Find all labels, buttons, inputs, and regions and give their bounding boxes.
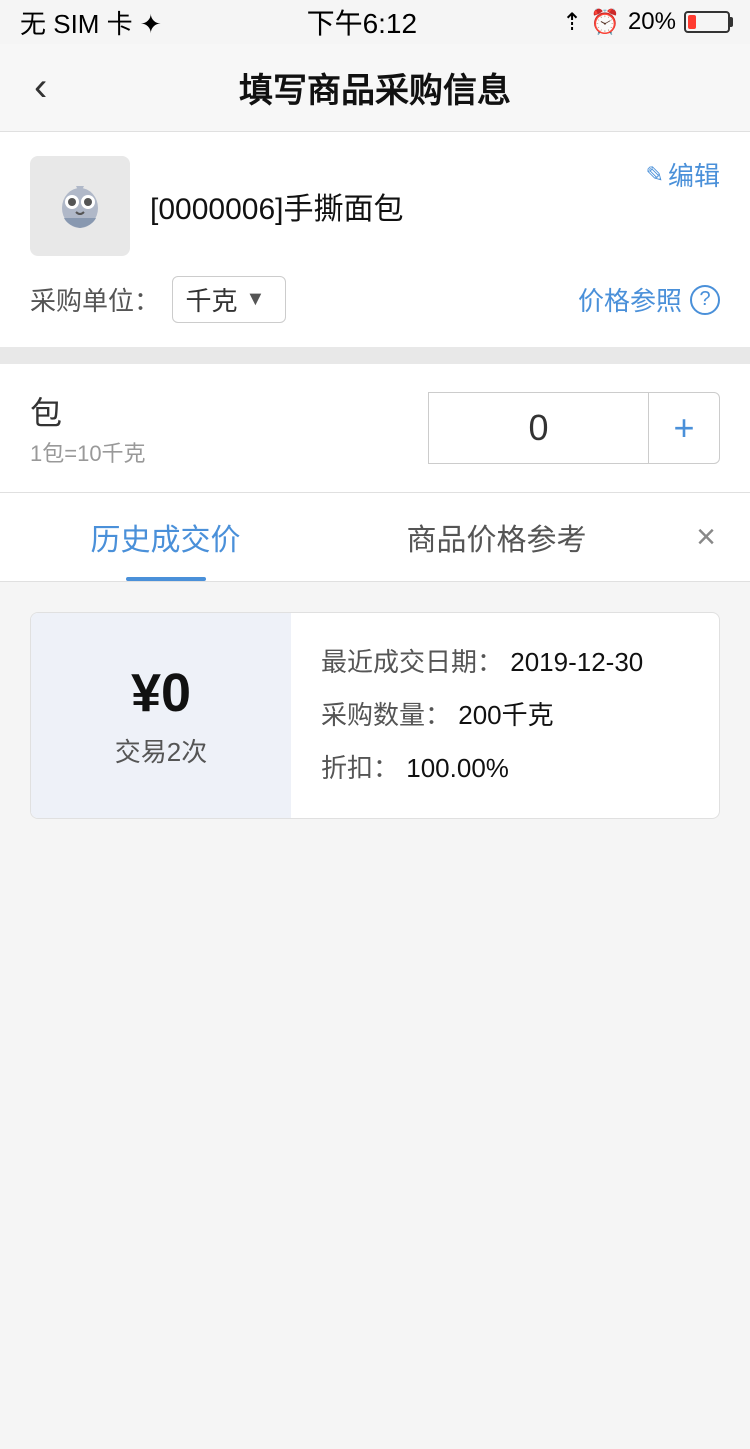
battery-icon: [684, 11, 730, 33]
tab-bar: 历史成交价 商品价格参考 ×: [0, 493, 750, 582]
unit-label: 采购单位：: [30, 286, 160, 316]
status-right-group: ⇡ ⏰ 20%: [562, 8, 730, 37]
edit-icon: ✎: [646, 162, 664, 188]
product-name: [0000006]手撕面包: [150, 184, 403, 228]
tab-history-price-label: 历史成交价: [91, 515, 241, 559]
product-left: [0000006]手撕面包: [30, 156, 403, 256]
discount-label: 折扣：: [321, 753, 399, 783]
purchase-qty-value: 200千克: [458, 700, 553, 730]
product-top-row: [0000006]手撕面包 ✎ 编辑: [30, 156, 720, 256]
price-ref-label: 价格参照: [578, 281, 682, 318]
recent-date-row: 最近成交日期： 2019-12-30: [321, 643, 689, 682]
quantity-label-group: 包 1包=10千克: [30, 388, 146, 468]
tab-product-price[interactable]: 商品价格参考: [331, 493, 662, 581]
tab-close-button[interactable]: ×: [662, 493, 750, 581]
recent-date-label: 最近成交日期：: [321, 647, 503, 677]
status-time: 下午6:12: [307, 2, 418, 42]
battery-percent: 20%: [628, 8, 676, 36]
status-signal: 无 SIM 卡 ✦: [20, 4, 162, 41]
page-rest: [0, 849, 750, 1449]
quantity-unit: 包: [30, 388, 146, 434]
price-reference-button[interactable]: 价格参照 ?: [578, 281, 720, 318]
purchase-qty-row: 采购数量： 200千克: [321, 696, 689, 735]
page-title: 填写商品采购信息: [239, 63, 511, 112]
tab-product-price-label: 商品价格参考: [407, 515, 587, 559]
product-unit-row: 采购单位： 千克 ▼ 价格参照 ?: [30, 276, 720, 323]
unit-dropdown-arrow: ▼: [245, 288, 265, 311]
status-bar: 无 SIM 卡 ✦ 下午6:12 ⇡ ⏰ 20%: [0, 0, 750, 44]
recent-date-value: 2019-12-30: [510, 647, 643, 677]
price-right-panel: 最近成交日期： 2019-12-30 采购数量： 200千克 折扣： 100.0…: [291, 613, 719, 818]
alarm-icon: ⏰: [590, 8, 620, 37]
price-left-panel: ¥0 交易2次: [31, 613, 291, 818]
nav-bar: ‹ 填写商品采购信息: [0, 44, 750, 132]
quantity-input[interactable]: 0: [428, 392, 648, 464]
price-ref-help-icon: ?: [690, 285, 720, 315]
price-amount: ¥0: [131, 662, 191, 724]
location-icon: ⇡: [562, 8, 582, 37]
quantity-plus-button[interactable]: +: [648, 392, 720, 464]
unit-selector-group: 采购单位： 千克 ▼: [30, 276, 286, 323]
price-section: ¥0 交易2次 最近成交日期： 2019-12-30 采购数量： 200千克 折…: [0, 582, 750, 849]
product-image: [30, 156, 130, 256]
back-button[interactable]: ‹: [24, 55, 57, 120]
discount-value: 100.00%: [406, 753, 509, 783]
edit-button[interactable]: ✎ 编辑: [646, 156, 720, 193]
price-card: ¥0 交易2次 最近成交日期： 2019-12-30 采购数量： 200千克 折…: [30, 612, 720, 819]
unit-select[interactable]: 千克 ▼: [172, 276, 286, 323]
price-trades: 交易2次: [115, 732, 207, 769]
tab-history-price[interactable]: 历史成交价: [0, 493, 331, 581]
edit-label: 编辑: [668, 156, 720, 193]
quantity-row: 包 1包=10千克 0 +: [0, 364, 750, 493]
unit-value: 千克: [185, 281, 237, 318]
product-card: [0000006]手撕面包 ✎ 编辑 采购单位： 千克 ▼ 价格参照 ?: [0, 132, 750, 348]
product-thumbnail-icon: [50, 176, 110, 236]
purchase-qty-label: 采购数量：: [321, 700, 451, 730]
quantity-value: 0: [528, 407, 548, 449]
discount-row: 折扣： 100.00%: [321, 749, 689, 788]
section-divider: [0, 348, 750, 364]
quantity-conversion: 1包=10千克: [30, 436, 146, 468]
quantity-control: 0 +: [428, 392, 720, 464]
tab-active-underline: [126, 577, 206, 581]
